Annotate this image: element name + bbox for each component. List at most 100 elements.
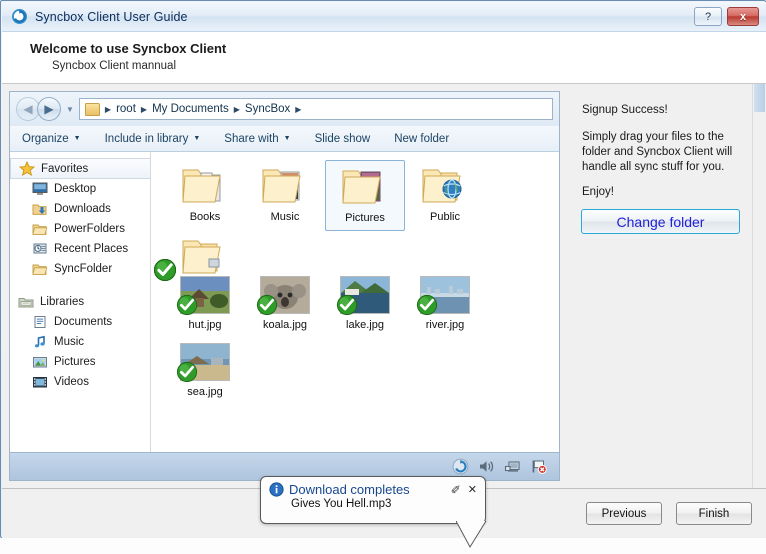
notification-balloon[interactable]: Download completes ✐ ✕ Gives You Hell.mp… [260, 476, 486, 524]
file-explorer: ◀ ▶ ▼ ▶ root ▶ My Documents ▶ SyncBox ▶ [9, 91, 560, 481]
file-item-lake[interactable]: lake.jpg [325, 270, 405, 337]
file-item-sea[interactable]: sea.jpg [165, 337, 245, 404]
balloon-title: Download completes [289, 482, 410, 497]
sidebar-item-libraries[interactable]: Libraries [10, 292, 150, 312]
flag-action-center-icon[interactable] [530, 458, 547, 475]
previous-button[interactable]: Previous [586, 502, 662, 525]
sidebar-item-downloads[interactable]: Downloads [10, 199, 150, 219]
pin-icon[interactable]: ✐ [451, 483, 461, 497]
folder-pictures-icon [339, 165, 391, 209]
address-input[interactable]: ▶ root ▶ My Documents ▶ SyncBox ▶ [78, 98, 553, 120]
toolbar-slide-show[interactable]: Slide show [303, 133, 383, 145]
enjoy-text: Enjoy! [582, 186, 614, 198]
scrollbar-track[interactable] [752, 84, 766, 488]
info-icon [269, 482, 284, 497]
signup-success-text: Signup Success! [582, 104, 668, 116]
sidebar-item-recent-places[interactable]: Recent Places [10, 239, 150, 259]
breadcrumb-item-root[interactable]: root [113, 103, 139, 115]
chevron-down-icon: ▼ [73, 135, 81, 142]
video-icon [32, 375, 48, 390]
file-label: hut.jpg [188, 319, 222, 331]
file-item-koala[interactable]: koala.jpg [245, 270, 325, 337]
explorer-content: Favorites Desktop Downloads PowerFolders… [10, 152, 559, 452]
toolbar-share-label: Share with [224, 132, 279, 145]
file-thumbnail [416, 274, 471, 316]
syncbox-tray-icon[interactable] [452, 458, 469, 475]
folder-item-books[interactable]: Books [154, 160, 245, 281]
toolbar-share-with[interactable]: Share with ▼ [212, 133, 302, 145]
network-icon[interactable] [504, 458, 521, 475]
folder-music-icon [259, 164, 311, 208]
folder-item-pictures[interactable]: Pictures [154, 160, 405, 281]
sync-check-badge [176, 294, 198, 316]
folder-item-public[interactable]: Public [154, 160, 485, 281]
toolbar-newfolder-label: New folder [394, 132, 450, 145]
nav-buttons: ◀ ▶ ▼ [16, 97, 79, 121]
desktop-icon [32, 182, 48, 197]
chevron-down-icon: ▼ [283, 135, 291, 142]
sidebar-item-syncfolder[interactable]: SyncFolder [10, 259, 150, 279]
toolbar-include-in-library[interactable]: Include in library ▼ [93, 133, 213, 145]
sidebar-item-powerfolders[interactable]: PowerFolders [10, 219, 150, 239]
file-label: koala.jpg [262, 319, 308, 331]
toolbar-include-label: Include in library [104, 132, 189, 145]
file-item-river[interactable]: river.jpg [405, 270, 485, 337]
forward-button[interactable]: ▶ [37, 97, 61, 121]
body-area: ◀ ▶ ▼ ▶ root ▶ My Documents ▶ SyncBox ▶ [2, 84, 766, 549]
chevron-down-icon[interactable]: ▼ [66, 105, 74, 114]
sidebar-item-label: Favorites [41, 162, 89, 175]
sidebar-item-label: SyncFolder [54, 263, 113, 275]
sidebar-item-label: Recent Places [54, 243, 129, 255]
sync-check-badge [256, 294, 278, 316]
breadcrumb-separator: ▶ [140, 104, 148, 114]
picture-icon [32, 355, 48, 370]
scrollbar-thumb[interactable] [754, 84, 765, 112]
explorer-toolbar: Organize ▼ Include in library ▼ Share wi… [10, 126, 559, 152]
folder-item-music[interactable]: Music [154, 160, 325, 281]
folder-books-icon [179, 164, 231, 208]
sidebar-item-pictures[interactable]: Pictures [10, 352, 150, 372]
toolbar-new-folder[interactable]: New folder [382, 133, 461, 145]
folder-label: Public [430, 211, 460, 223]
breadcrumb-separator: ▶ [295, 104, 302, 114]
breadcrumb-item-syncbox[interactable]: SyncBox [242, 103, 293, 115]
close-button[interactable]: x [727, 7, 759, 26]
toolbar-organize[interactable]: Organize ▼ [10, 133, 93, 145]
sidebar-item-label: Documents [54, 316, 113, 328]
volume-icon[interactable] [478, 458, 495, 475]
sidebar-item-music[interactable]: Music [10, 332, 150, 352]
file-label: lake.jpg [346, 319, 384, 331]
sidebar-item-documents[interactable]: Documents [10, 312, 150, 332]
sidebar-item-favorites[interactable]: Favorites [10, 158, 150, 179]
explorer-main-pane: Books Music Pictures Public hut.jpg koal… [151, 152, 559, 452]
folder-label: Pictures [345, 212, 385, 224]
file-thumbnail [176, 341, 231, 383]
sidebar-item-desktop[interactable]: Desktop [10, 179, 150, 199]
sidebar-item-videos[interactable]: Videos [10, 372, 150, 392]
file-thumbnail [256, 274, 311, 316]
sidebar-item-label: Downloads [54, 203, 111, 215]
system-tray [452, 458, 559, 475]
chevron-down-icon: ▼ [193, 135, 201, 142]
breadcrumb-item-my-documents[interactable]: My Documents [149, 103, 232, 115]
folder-icon [32, 222, 48, 237]
file-thumbnail [336, 274, 391, 316]
close-icon[interactable]: ✕ [468, 483, 477, 496]
sync-check-badge [176, 361, 198, 383]
back-arrow-icon: ◀ [23, 102, 33, 116]
help-button[interactable]: ? [694, 7, 722, 26]
balloon-subtitle: Gives You Hell.mp3 [291, 498, 392, 510]
welcome-header: Welcome to use Syncbox Client Syncbox Cl… [2, 32, 766, 84]
title-bar: Syncbox Client User Guide ? x [2, 2, 766, 32]
sidebar-item-label: Desktop [54, 183, 97, 195]
folder-label: Books [189, 211, 221, 223]
breadcrumb-separator: ▶ [104, 104, 112, 114]
toolbar-organize-label: Organize [22, 132, 69, 145]
finish-button[interactable]: Finish [676, 502, 752, 525]
file-item-hut[interactable]: hut.jpg [165, 270, 245, 337]
star-icon [18, 160, 36, 177]
breadcrumb-separator: ▶ [233, 104, 240, 114]
sync-circle-icon [11, 8, 28, 25]
change-folder-button[interactable]: Change folder [581, 209, 740, 234]
